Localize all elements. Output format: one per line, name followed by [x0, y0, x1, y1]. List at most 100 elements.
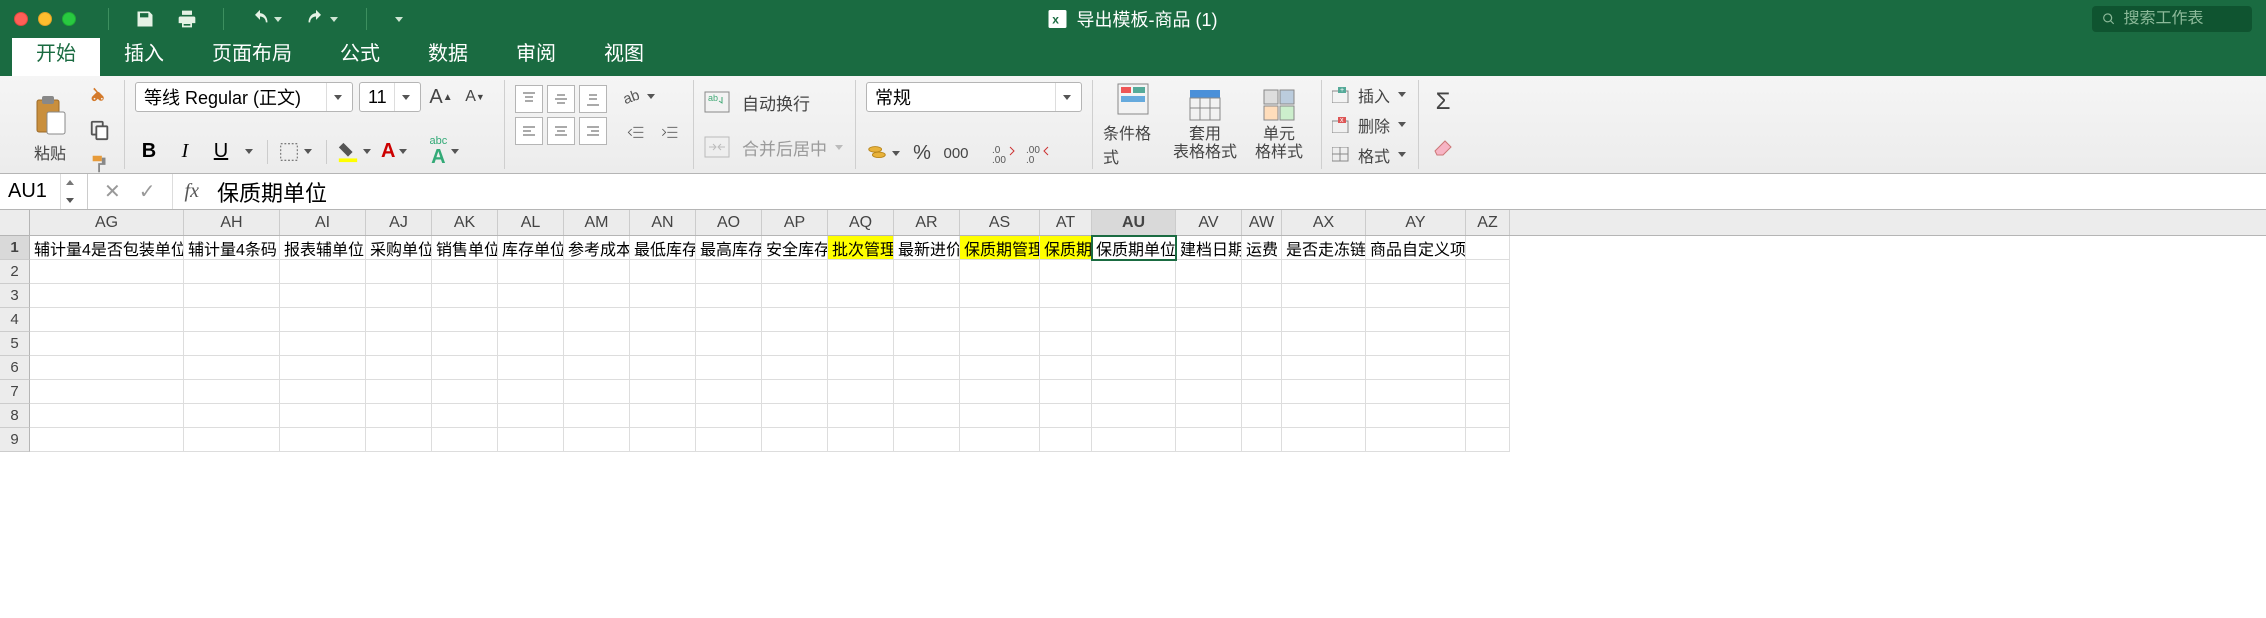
cell[interactable] [280, 284, 366, 308]
font-size-combo[interactable] [359, 82, 421, 112]
cut-button[interactable] [86, 82, 114, 110]
cell[interactable] [30, 380, 184, 404]
conditional-formatting-button[interactable]: 条件格式 [1103, 82, 1163, 168]
cell[interactable]: 库存单位 [498, 236, 564, 260]
cell[interactable] [1176, 332, 1242, 356]
cell[interactable] [498, 260, 564, 284]
cell[interactable]: 最高库存 [696, 236, 762, 260]
cell[interactable] [894, 404, 960, 428]
cell[interactable] [1366, 284, 1466, 308]
row-header[interactable]: 8 [0, 404, 30, 428]
cell[interactable] [564, 332, 630, 356]
name-box-up[interactable] [61, 174, 78, 192]
cell[interactable] [564, 284, 630, 308]
align-center-button[interactable] [547, 117, 575, 145]
column-header[interactable]: AY [1366, 210, 1466, 235]
font-color-button[interactable]: A [381, 138, 409, 166]
wrap-text-button[interactable]: ab 自动换行 [704, 82, 845, 122]
cell[interactable] [366, 380, 432, 404]
cell[interactable] [960, 380, 1040, 404]
cell[interactable] [498, 428, 564, 452]
cell[interactable] [1466, 356, 1510, 380]
column-header[interactable]: AS [960, 210, 1040, 235]
cell[interactable] [960, 332, 1040, 356]
cell[interactable] [1366, 332, 1466, 356]
merge-dropdown[interactable] [833, 133, 845, 161]
currency-button[interactable] [866, 139, 902, 167]
cell[interactable] [696, 260, 762, 284]
chevron-down-icon[interactable] [394, 83, 416, 111]
column-header[interactable]: AR [894, 210, 960, 235]
align-middle-button[interactable] [547, 85, 575, 113]
cell[interactable] [696, 428, 762, 452]
cell[interactable] [432, 260, 498, 284]
cell[interactable] [1040, 356, 1092, 380]
cell[interactable] [630, 356, 696, 380]
align-left-button[interactable] [515, 117, 543, 145]
cell[interactable] [1242, 428, 1282, 452]
cell[interactable]: 最新进价 [894, 236, 960, 260]
decrease-indent-button[interactable] [621, 120, 649, 148]
enter-formula-button[interactable]: ✓ [139, 179, 156, 204]
cell[interactable] [184, 284, 280, 308]
row-header[interactable]: 4 [0, 308, 30, 332]
increase-font-button[interactable]: A▲ [427, 83, 455, 111]
row-header[interactable]: 9 [0, 428, 30, 452]
cancel-formula-button[interactable]: ✕ [104, 179, 121, 204]
increase-indent-button[interactable] [655, 120, 683, 148]
cell[interactable] [1466, 260, 1510, 284]
cell[interactable] [1176, 260, 1242, 284]
cell[interactable] [564, 356, 630, 380]
cell[interactable]: 保质期单位 [1092, 236, 1176, 260]
cell[interactable] [1092, 260, 1176, 284]
cell[interactable] [696, 380, 762, 404]
cell[interactable] [280, 356, 366, 380]
delete-cells-button[interactable]: x 删除 [1332, 111, 1408, 139]
borders-button[interactable] [278, 138, 314, 166]
decrease-font-button[interactable]: A▼ [461, 83, 489, 111]
cell[interactable] [280, 308, 366, 332]
cell[interactable]: 辅计量4条码 [184, 236, 280, 260]
cell[interactable] [762, 356, 828, 380]
column-header[interactable]: AN [630, 210, 696, 235]
cell[interactable] [1176, 380, 1242, 404]
cell[interactable] [1466, 428, 1510, 452]
column-header[interactable]: AV [1176, 210, 1242, 235]
cell[interactable] [960, 308, 1040, 332]
cell[interactable] [762, 428, 828, 452]
cell[interactable] [1466, 380, 1510, 404]
cell[interactable]: 报表辅单位 [280, 236, 366, 260]
cell[interactable] [1092, 404, 1176, 428]
cell[interactable] [1092, 332, 1176, 356]
row-header[interactable]: 3 [0, 284, 30, 308]
cell[interactable] [894, 356, 960, 380]
cell[interactable] [1282, 260, 1366, 284]
cell[interactable] [1242, 404, 1282, 428]
cell[interactable] [30, 428, 184, 452]
autosum-button[interactable]: Σ [1429, 88, 1457, 116]
cell[interactable] [828, 428, 894, 452]
cell[interactable] [1366, 380, 1466, 404]
cell[interactable] [1242, 332, 1282, 356]
cell[interactable] [1040, 404, 1092, 428]
percent-button[interactable]: % [908, 139, 936, 167]
cell[interactable] [564, 308, 630, 332]
align-top-button[interactable] [515, 85, 543, 113]
cell[interactable] [828, 260, 894, 284]
cell[interactable] [498, 404, 564, 428]
align-bottom-button[interactable] [579, 85, 607, 113]
cell[interactable] [432, 284, 498, 308]
column-header[interactable]: AZ [1466, 210, 1510, 235]
cell[interactable] [30, 404, 184, 428]
cell[interactable] [366, 404, 432, 428]
chevron-down-icon[interactable] [326, 83, 348, 111]
cell[interactable]: 保质期管理 [960, 236, 1040, 260]
cell[interactable]: 采购单位 [366, 236, 432, 260]
cell[interactable] [1282, 308, 1366, 332]
font-name-input[interactable] [136, 83, 326, 111]
increase-decimal-button[interactable]: .0.00 [990, 139, 1018, 167]
cell[interactable]: 建档日期 [1176, 236, 1242, 260]
cell[interactable] [30, 308, 184, 332]
cell[interactable] [696, 284, 762, 308]
cell[interactable]: 保质期 [1040, 236, 1092, 260]
